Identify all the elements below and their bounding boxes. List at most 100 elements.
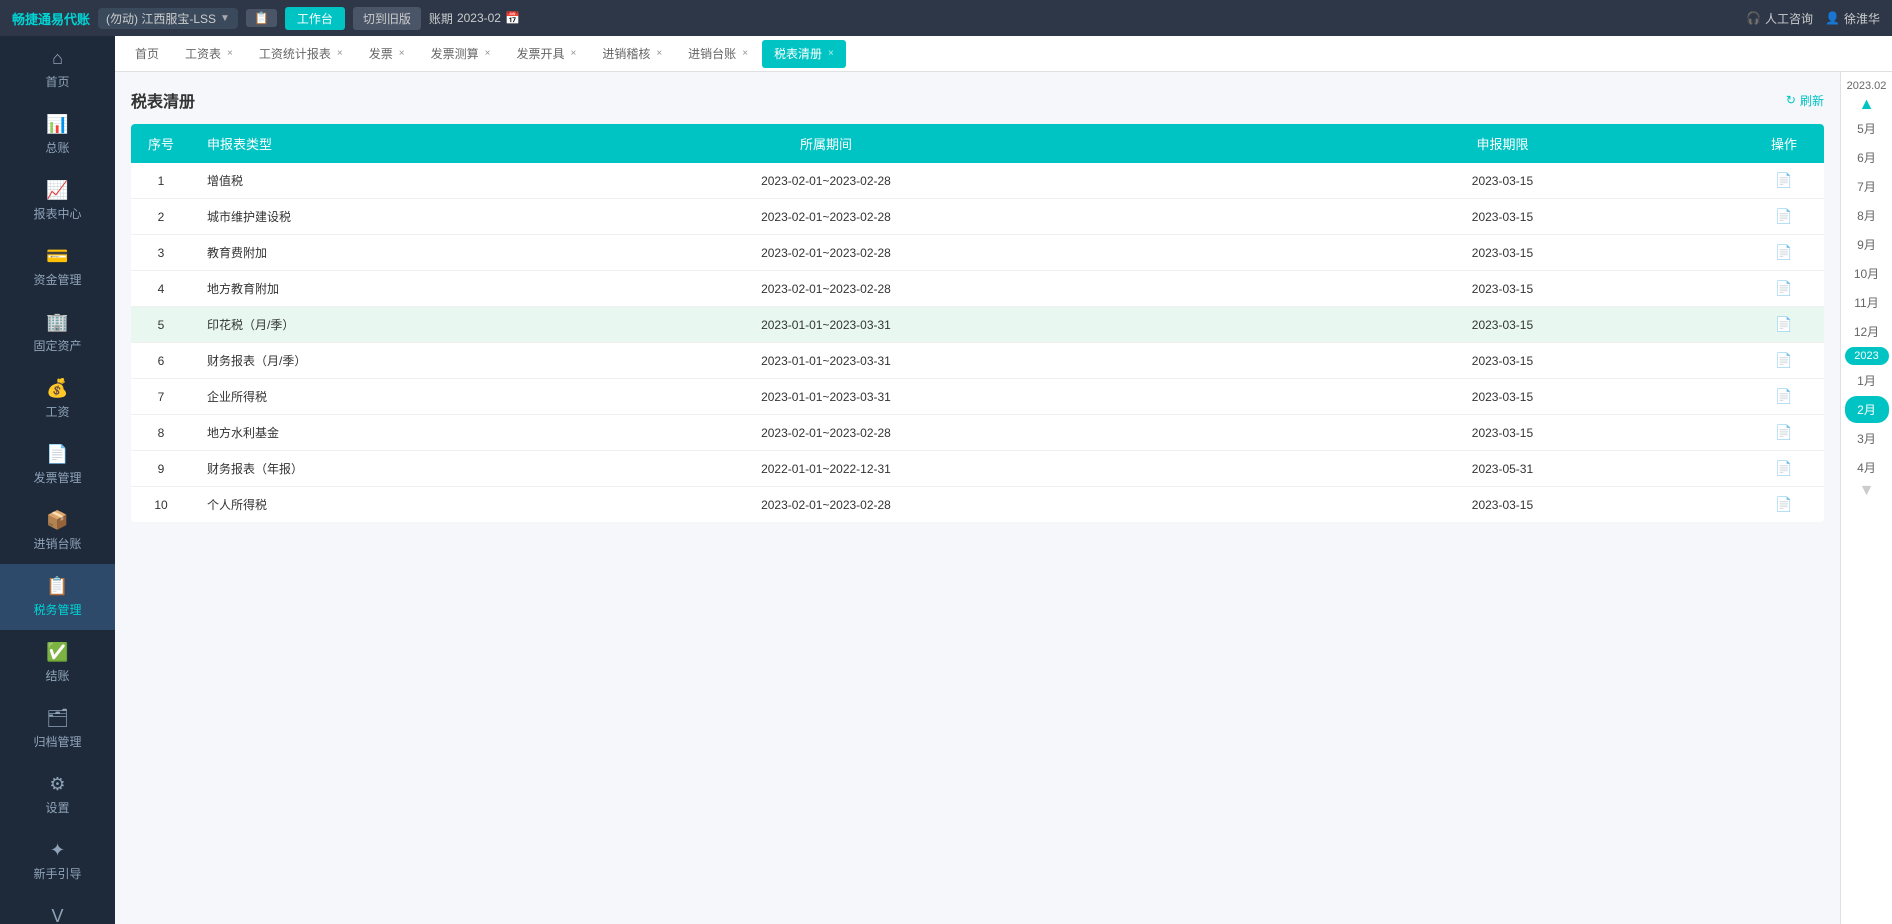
table-row: 2 城市维护建设税 2023-02-01~2023-02-28 2023-03-… bbox=[131, 199, 1824, 235]
tab-purchase-verify-close[interactable]: × bbox=[656, 48, 662, 59]
sidebar-item-payroll[interactable]: 💰 工资 bbox=[0, 366, 115, 432]
cell-type: 地方教育附加 bbox=[191, 271, 391, 307]
month-5-2022[interactable]: 5月 bbox=[1845, 115, 1889, 142]
top-header: 畅捷通易代账 (勿动) 江西服宝-LSS ▼ 📋 工作台 切到旧版 账期 202… bbox=[0, 0, 1892, 36]
month-6-2022[interactable]: 6月 bbox=[1845, 144, 1889, 171]
detail-action-icon[interactable]: 📄 bbox=[1775, 244, 1792, 260]
detail-action-icon[interactable]: 📄 bbox=[1775, 460, 1792, 476]
cell-period: 2023-02-01~2023-02-28 bbox=[391, 415, 1261, 451]
sidebar-item-report-center[interactable]: 📈 报表中心 bbox=[0, 168, 115, 234]
refresh-label: 刷新 bbox=[1800, 92, 1824, 109]
tab-invoice[interactable]: 发票 × bbox=[357, 40, 417, 68]
sidebar-item-vip-member[interactable]: V 畅会员 bbox=[0, 894, 115, 924]
detail-action-icon[interactable]: 📄 bbox=[1775, 388, 1792, 404]
cell-period: 2022-01-01~2022-12-31 bbox=[391, 451, 1261, 487]
sidebar-item-settings[interactable]: ⚙ 设置 bbox=[0, 762, 115, 828]
table-row: 3 教育费附加 2023-02-01~2023-02-28 2023-03-15… bbox=[131, 235, 1824, 271]
sidebar-item-fixed-assets[interactable]: 🏢 固定资产 bbox=[0, 300, 115, 366]
sidebar-item-purchase-sales[interactable]: 📦 进销台账 bbox=[0, 498, 115, 564]
tab-payroll-report[interactable]: 工资统计报表 × bbox=[247, 40, 355, 68]
month-2-2023[interactable]: 2月 bbox=[1845, 396, 1889, 423]
tab-home[interactable]: 首页 bbox=[123, 40, 171, 68]
tab-invoice-open[interactable]: 发票开具 × bbox=[504, 40, 588, 68]
tab-tax-list-label: 税表清册 bbox=[774, 45, 822, 62]
detail-action-icon[interactable]: 📄 bbox=[1775, 172, 1792, 188]
cell-action: 📄 bbox=[1744, 271, 1824, 307]
tab-payroll-close[interactable]: × bbox=[227, 48, 233, 59]
month-12-2022[interactable]: 12月 bbox=[1845, 318, 1889, 345]
tab-invoice-open-label: 发票开具 bbox=[516, 45, 564, 62]
purchase-sales-icon: 📦 bbox=[46, 510, 68, 531]
tab-purchase-ledger[interactable]: 进销台账 × bbox=[676, 40, 760, 68]
period-value: 2023-02 bbox=[457, 11, 501, 25]
tab-invoice-close[interactable]: × bbox=[399, 48, 405, 59]
tab-purchase-ledger-close[interactable]: × bbox=[742, 48, 748, 59]
cell-period: 2023-01-01~2023-03-31 bbox=[391, 343, 1261, 379]
app-logo: 畅捷通易代账 bbox=[12, 9, 90, 28]
cell-action: 📄 bbox=[1744, 415, 1824, 451]
month-1-2023[interactable]: 1月 bbox=[1845, 367, 1889, 394]
detail-action-icon[interactable]: 📄 bbox=[1775, 352, 1792, 368]
tab-invoice-check-close[interactable]: × bbox=[485, 48, 491, 59]
cell-type: 个人所得税 bbox=[191, 487, 391, 523]
company-selector[interactable]: (勿动) 江西服宝-LSS ▼ bbox=[98, 8, 238, 29]
table-row: 6 财务报表（月/季） 2023-01-01~2023-03-31 2023-0… bbox=[131, 343, 1824, 379]
sidebar-item-archive-mgmt[interactable]: 🗂 归档管理 bbox=[0, 696, 115, 762]
main-content: 税表清册 ↻ 刷新 序号 申报表类型 所属期间 申报期限 操作 bbox=[115, 72, 1840, 924]
tab-invoice-label: 发票 bbox=[369, 45, 393, 62]
month-3-2023[interactable]: 3月 bbox=[1845, 425, 1889, 452]
tax-icon: 📋 bbox=[46, 576, 68, 597]
cell-deadline: 2023-03-15 bbox=[1261, 271, 1744, 307]
main-layout: ⌂ 首页 📊 总账 📈 报表中心 💳 资金管理 🏢 固定资产 💰 工资 📄 发票… bbox=[0, 36, 1892, 924]
detail-action-icon[interactable]: 📄 bbox=[1775, 316, 1792, 332]
user-info[interactable]: 👤 徐淮华 bbox=[1825, 10, 1880, 27]
sidebar-item-invoice-mgmt[interactable]: 📄 发票管理 bbox=[0, 432, 115, 498]
sidebar-label-archive-mgmt: 归档管理 bbox=[33, 733, 81, 750]
tab-tax-list[interactable]: 税表清册 × bbox=[762, 40, 846, 68]
sidebar-item-settlement[interactable]: ✅ 结账 bbox=[0, 630, 115, 696]
cell-period: 2023-01-01~2023-03-31 bbox=[391, 307, 1261, 343]
cell-action: 📄 bbox=[1744, 199, 1824, 235]
payroll-icon: 💰 bbox=[46, 378, 68, 399]
sidebar-label-tax-mgmt: 税务管理 bbox=[33, 601, 81, 618]
tab-payroll[interactable]: 工资表 × bbox=[173, 40, 245, 68]
sidebar-item-fund-mgmt[interactable]: 💳 资金管理 bbox=[0, 234, 115, 300]
month-9-2022[interactable]: 9月 bbox=[1845, 231, 1889, 258]
month-7-2022[interactable]: 7月 bbox=[1845, 173, 1889, 200]
month-10-2022[interactable]: 10月 bbox=[1845, 260, 1889, 287]
calendar-icon[interactable]: 📅 bbox=[505, 11, 520, 25]
detail-action-icon[interactable]: 📄 bbox=[1775, 280, 1792, 296]
tab-invoice-open-close[interactable]: × bbox=[570, 48, 576, 59]
detail-action-icon[interactable]: 📄 bbox=[1775, 424, 1792, 440]
tab-invoice-check-label: 发票测算 bbox=[431, 45, 479, 62]
report-icon: 📈 bbox=[46, 180, 68, 201]
copy-button[interactable]: 📋 bbox=[246, 9, 277, 27]
sidebar-label-settings: 设置 bbox=[45, 799, 69, 816]
tab-payroll-report-close[interactable]: × bbox=[337, 48, 343, 59]
refresh-button[interactable]: ↻ 刷新 bbox=[1786, 92, 1824, 109]
tab-invoice-check[interactable]: 发票测算 × bbox=[419, 40, 503, 68]
cell-no: 1 bbox=[131, 163, 191, 199]
tab-purchase-verify[interactable]: 进销稽核 × bbox=[590, 40, 674, 68]
tab-tax-list-close[interactable]: × bbox=[828, 48, 834, 59]
workbench-button[interactable]: 工作台 bbox=[285, 7, 345, 30]
sidebar-item-home[interactable]: ⌂ 首页 bbox=[0, 36, 115, 102]
down-arrow-icon[interactable]: ▼ bbox=[1859, 482, 1875, 500]
detail-action-icon[interactable]: 📄 bbox=[1775, 208, 1792, 224]
cell-action: 📄 bbox=[1744, 343, 1824, 379]
detail-action-icon[interactable]: 📄 bbox=[1775, 496, 1792, 512]
switch-old-button[interactable]: 切到旧版 bbox=[353, 7, 421, 30]
month-8-2022[interactable]: 8月 bbox=[1845, 202, 1889, 229]
archive-icon: 🗂 bbox=[46, 708, 69, 729]
sidebar-item-general-ledger[interactable]: 📊 总账 bbox=[0, 102, 115, 168]
month-11-2022[interactable]: 11月 bbox=[1845, 289, 1889, 316]
sidebar-item-beginner-guide[interactable]: ✦ 新手引导 bbox=[0, 828, 115, 894]
up-arrow-icon[interactable]: ▲ bbox=[1859, 96, 1875, 114]
th-action: 操作 bbox=[1744, 124, 1824, 163]
sidebar-item-tax-mgmt[interactable]: 📋 税务管理 bbox=[0, 564, 115, 630]
guide-icon: ✦ bbox=[50, 840, 65, 861]
sidebar-label-purchase-sales: 进销台账 bbox=[33, 535, 81, 552]
month-4-2023[interactable]: 4月 bbox=[1845, 454, 1889, 481]
ai-consult-label: 人工咨询 bbox=[1765, 10, 1813, 27]
ai-consult-button[interactable]: 🎧 人工咨询 bbox=[1746, 10, 1813, 27]
